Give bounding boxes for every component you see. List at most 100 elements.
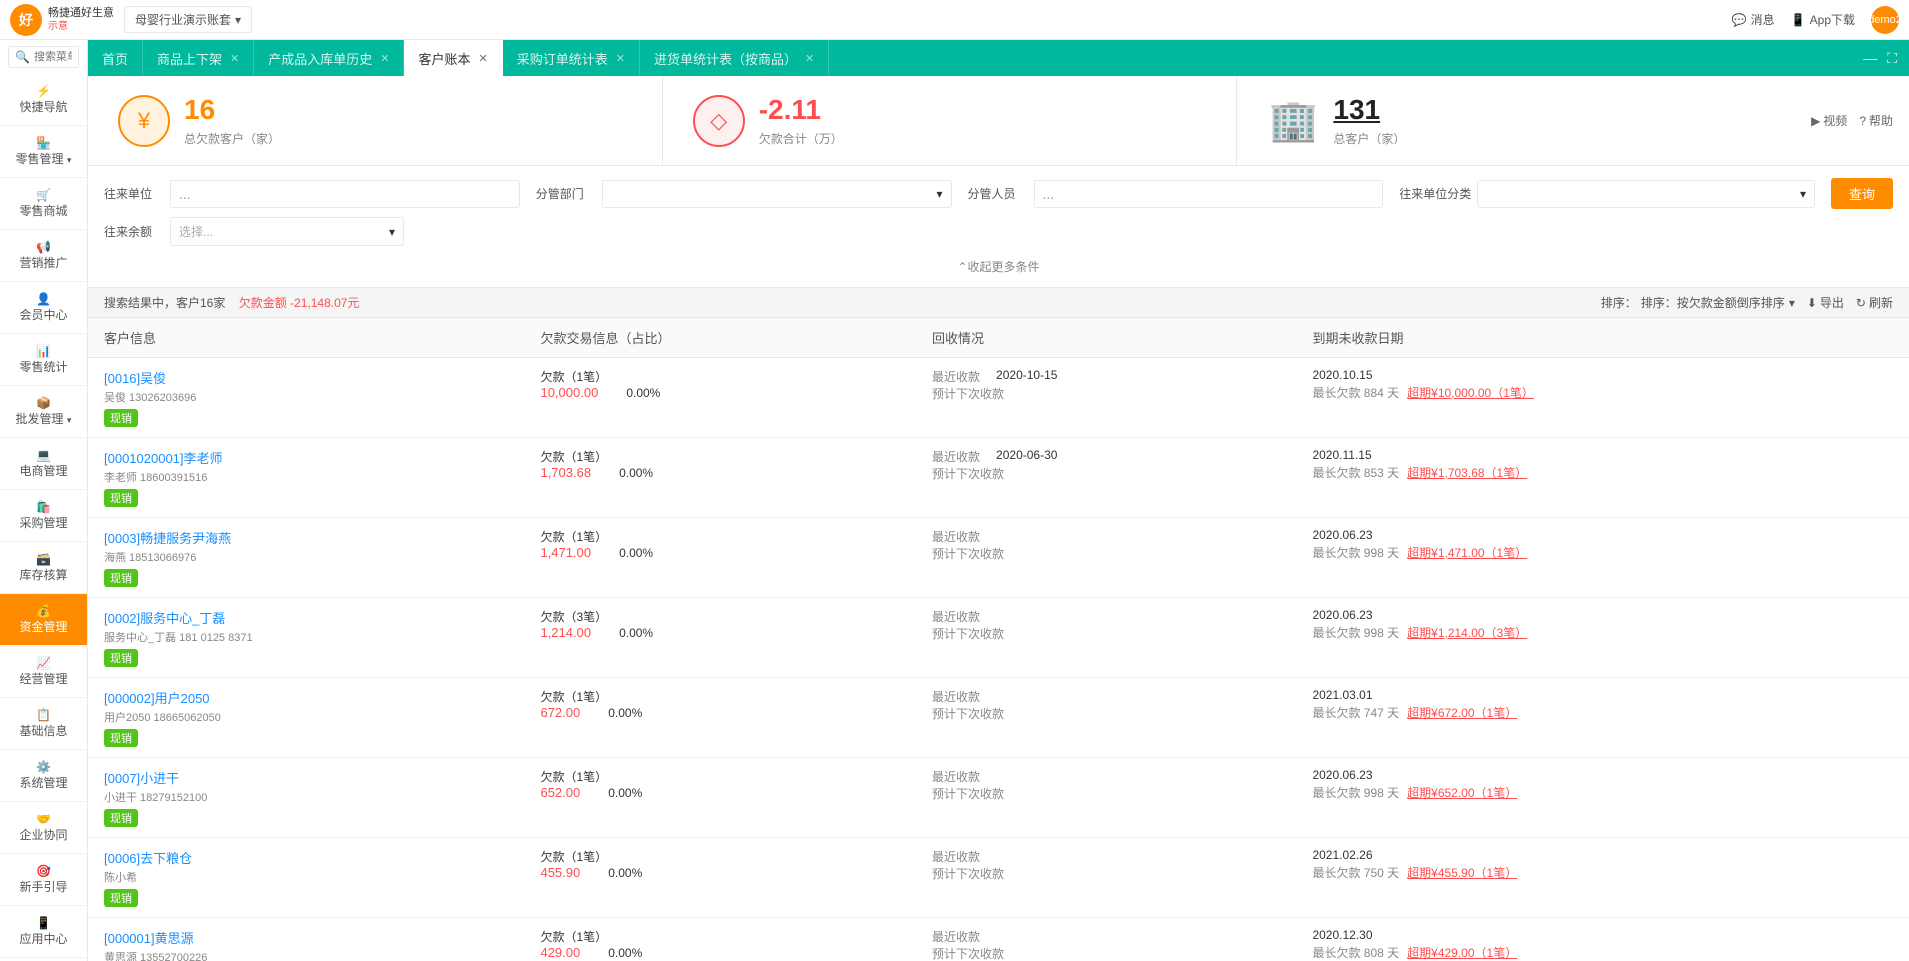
video-btn[interactable]: ▶ 视频 <box>1811 112 1847 129</box>
collection-cell: 最近收款 2020-10-15 预计下次收款 <box>916 358 1296 438</box>
sidebar-item-retail-mgmt[interactable]: 🏪 零售管理 ▾ <box>0 126 87 178</box>
sidebar-item-enterprise[interactable]: 🤝 企业协同 <box>0 802 87 854</box>
overdue-link[interactable]: 超期¥672.00（1笔） <box>1407 704 1517 721</box>
stats-bar: ¥ 16 总欠款客户（家） ◇ -2.11 欠款合计（万） <box>88 76 1909 166</box>
customer-name-link[interactable]: [000002]用户2050 <box>104 691 210 706</box>
close-icon[interactable]: ✕ <box>805 52 814 65</box>
overdue-row: 最长欠款 853 天 超期¥1,703.68（1笔） <box>1312 464 1893 481</box>
overdue-row: 最长欠款 808 天 超期¥429.00（1笔） <box>1312 944 1893 961</box>
sidebar-item-ops[interactable]: 📈 经营管理 <box>0 646 87 698</box>
filter-bar: 往来单位 ... 分管部门 ▾ 分管人员 <box>88 166 1909 288</box>
sidebar-item-marketing[interactable]: 📢 营销推广 <box>0 230 87 282</box>
debt-info-cell: 欠款（1笔） 455.90 0.00% <box>524 838 916 918</box>
customer-name-link[interactable]: [000001]黄思源 <box>104 931 194 946</box>
table-row: [0007]小进干 小进干 18279152100 现销 欠款（1笔） 652.… <box>88 758 1909 838</box>
customer-tag: 现销 <box>104 809 138 827</box>
customer-name-link[interactable]: [0007]小进干 <box>104 771 179 786</box>
customer-name-link[interactable]: [0006]去下粮仓 <box>104 851 192 866</box>
app-download-btn[interactable]: 📱 App下载 <box>1791 11 1855 28</box>
debt-amount: 455.90 <box>540 865 580 880</box>
sidebar-item-guide[interactable]: 🎯 新手引导 <box>0 854 87 906</box>
sidebar-item-purchase[interactable]: 🛍️ 采购管理 <box>0 490 87 542</box>
sidebar-item-batch-mgmt[interactable]: 📦 批发管理 ▾ <box>0 386 87 438</box>
tab-home[interactable]: 首页 <box>88 40 143 76</box>
close-icon[interactable]: ✕ <box>616 52 625 65</box>
vendor-input[interactable]: ... <box>170 180 520 208</box>
customer-tag: 现销 <box>104 889 138 907</box>
sidebar-item-member[interactable]: 👤 会员中心 <box>0 282 87 334</box>
due-date: 2020.10.15 <box>1312 368 1893 382</box>
export-btn[interactable]: ⬇ 导出 <box>1807 294 1844 311</box>
stats-actions: ▶ 视频 ? 帮助 <box>1811 76 1909 165</box>
overdue-link[interactable]: 超期¥429.00（1笔） <box>1407 944 1517 961</box>
minimize-icon[interactable]: — <box>1859 46 1881 70</box>
overdue-days: 最长欠款 998 天 <box>1312 624 1399 641</box>
close-icon[interactable]: ✕ <box>479 52 488 65</box>
sidebar-item-inventory[interactable]: 🗃️ 库存核算 <box>0 542 87 594</box>
debt-amount: 1,471.00 <box>540 545 591 560</box>
tab-purchase-summary[interactable]: 采购订单统计表 ✕ <box>503 40 640 76</box>
sidebar-item-retail-mall[interactable]: 🛒 零售商城 <box>0 178 87 230</box>
overdue-link[interactable]: 超期¥1,471.00（1笔） <box>1407 544 1527 561</box>
dept-select[interactable]: ▾ <box>602 180 952 208</box>
debt-info-cell: 欠款（1笔） 652.00 0.00% <box>524 758 916 838</box>
collection-row: 最近收款 <box>932 848 1280 865</box>
overdue-link[interactable]: 超期¥455.90（1笔） <box>1407 864 1517 881</box>
overdue-amount-label: 欠款合计（万） <box>759 130 843 147</box>
close-icon[interactable]: ✕ <box>380 52 389 65</box>
sidebar-search-input[interactable] <box>34 51 72 63</box>
expand-icon[interactable]: ⛶ <box>1883 46 1901 71</box>
sidebar-item-basic[interactable]: 📋 基础信息 <box>0 698 87 750</box>
next-collect-label: 预计下次收款 <box>932 385 1280 402</box>
tab-product-shelf[interactable]: 商品上下架 ✕ <box>143 40 254 76</box>
balance-select[interactable]: 选择... ▾ <box>170 217 404 246</box>
table-row: [0003]畅捷服务尹海燕 海燕 18513066976 现销 欠款（1笔） 1… <box>88 518 1909 598</box>
debt-info-cell: 欠款（1笔） 10,000.00 0.00% <box>524 358 916 438</box>
tab-product-history[interactable]: 产成品入库单历史 ✕ <box>254 40 404 76</box>
overdue-link[interactable]: 超期¥10,000.00（1笔） <box>1407 384 1534 401</box>
customer-name-link[interactable]: [0002]服务中心_丁磊 <box>104 611 225 626</box>
collection-cell: 最近收款 2020-06-30 预计下次收款 <box>916 438 1296 518</box>
vendor-class-select[interactable]: ▾ <box>1477 180 1815 208</box>
customer-name-link[interactable]: [0001020001]李老师 <box>104 451 223 466</box>
tab-customer-account[interactable]: 客户账本 ✕ <box>404 40 502 76</box>
message-icon: 💬 <box>1732 13 1747 27</box>
overdue-amount-value: -2.11 <box>759 94 843 126</box>
overdue-link[interactable]: 超期¥1,214.00（3笔） <box>1407 624 1527 641</box>
customer-info-cell: [000001]黄思源 黄思源 13552700226 现销 <box>88 918 524 961</box>
system-icon: ⚙️ <box>6 760 81 774</box>
overdue-link[interactable]: 超期¥1,703.68（1笔） <box>1407 464 1527 481</box>
overdue-link[interactable]: 超期¥652.00（1笔） <box>1407 784 1517 801</box>
chevron-down-icon: ▾ <box>936 187 942 201</box>
last-collect-label: 最近收款 <box>932 928 980 945</box>
refresh-btn[interactable]: ↻ 刷新 <box>1856 294 1893 311</box>
sidebar-item-capital[interactable]: 💰 资金管理 <box>0 594 87 646</box>
collection-cell: 最近收款 预计下次收款 <box>916 918 1296 961</box>
sidebar-item-ecommerce[interactable]: 💻 电商管理 <box>0 438 87 490</box>
sidebar-search-box[interactable]: 🔍 <box>8 46 79 68</box>
close-icon[interactable]: ✕ <box>230 52 239 65</box>
search-button[interactable]: 查询 <box>1831 178 1893 209</box>
help-btn[interactable]: ? 帮助 <box>1859 112 1893 129</box>
result-bar: 搜索结果中，客户16家 欠款金额 -21,148.07元 排序： 排序：按欠款金… <box>88 288 1909 318</box>
customer-name-link[interactable]: [0016]吴俊 <box>104 371 166 386</box>
debt-pct: 0.00% <box>619 626 653 640</box>
sidebar-item-system[interactable]: ⚙️ 系统管理 <box>0 750 87 802</box>
last-collect-label: 最近收款 <box>932 368 980 385</box>
sidebar-item-app-center[interactable]: 📱 应用中心 <box>0 906 87 958</box>
customer-name-link[interactable]: [0003]畅捷服务尹海燕 <box>104 531 231 546</box>
collapse-btn[interactable]: ⌃ 收起更多条件 <box>104 254 1893 279</box>
export-icon: ⬇ <box>1807 296 1817 310</box>
tab-purchase-stats[interactable]: 进货单统计表（按商品） ✕ <box>640 40 829 76</box>
message-btn[interactable]: 💬 消息 <box>1732 11 1775 28</box>
stat-icon-amount: ◇ <box>693 95 745 147</box>
sidebar-item-retail-stats[interactable]: 📊 零售统计 <box>0 334 87 386</box>
customer-info-cell: [0006]去下粮仓 陈小希 现销 <box>88 838 524 918</box>
debt-row: 672.00 0.00% <box>540 705 900 720</box>
person-input[interactable]: ... <box>1034 180 1384 208</box>
sort-dropdown[interactable]: 排序： 排序：按欠款金额倒序排序 ▾ <box>1601 294 1795 311</box>
user-profile-btn[interactable]: demo2 <box>1871 6 1899 34</box>
sidebar-item-quick-nav[interactable]: ⚡ 快捷导航 <box>0 74 87 126</box>
overdue-row: 最长欠款 998 天 超期¥1,214.00（3笔） <box>1312 624 1893 641</box>
store-selector[interactable]: 母婴行业演示账套 ▾ <box>124 6 252 33</box>
